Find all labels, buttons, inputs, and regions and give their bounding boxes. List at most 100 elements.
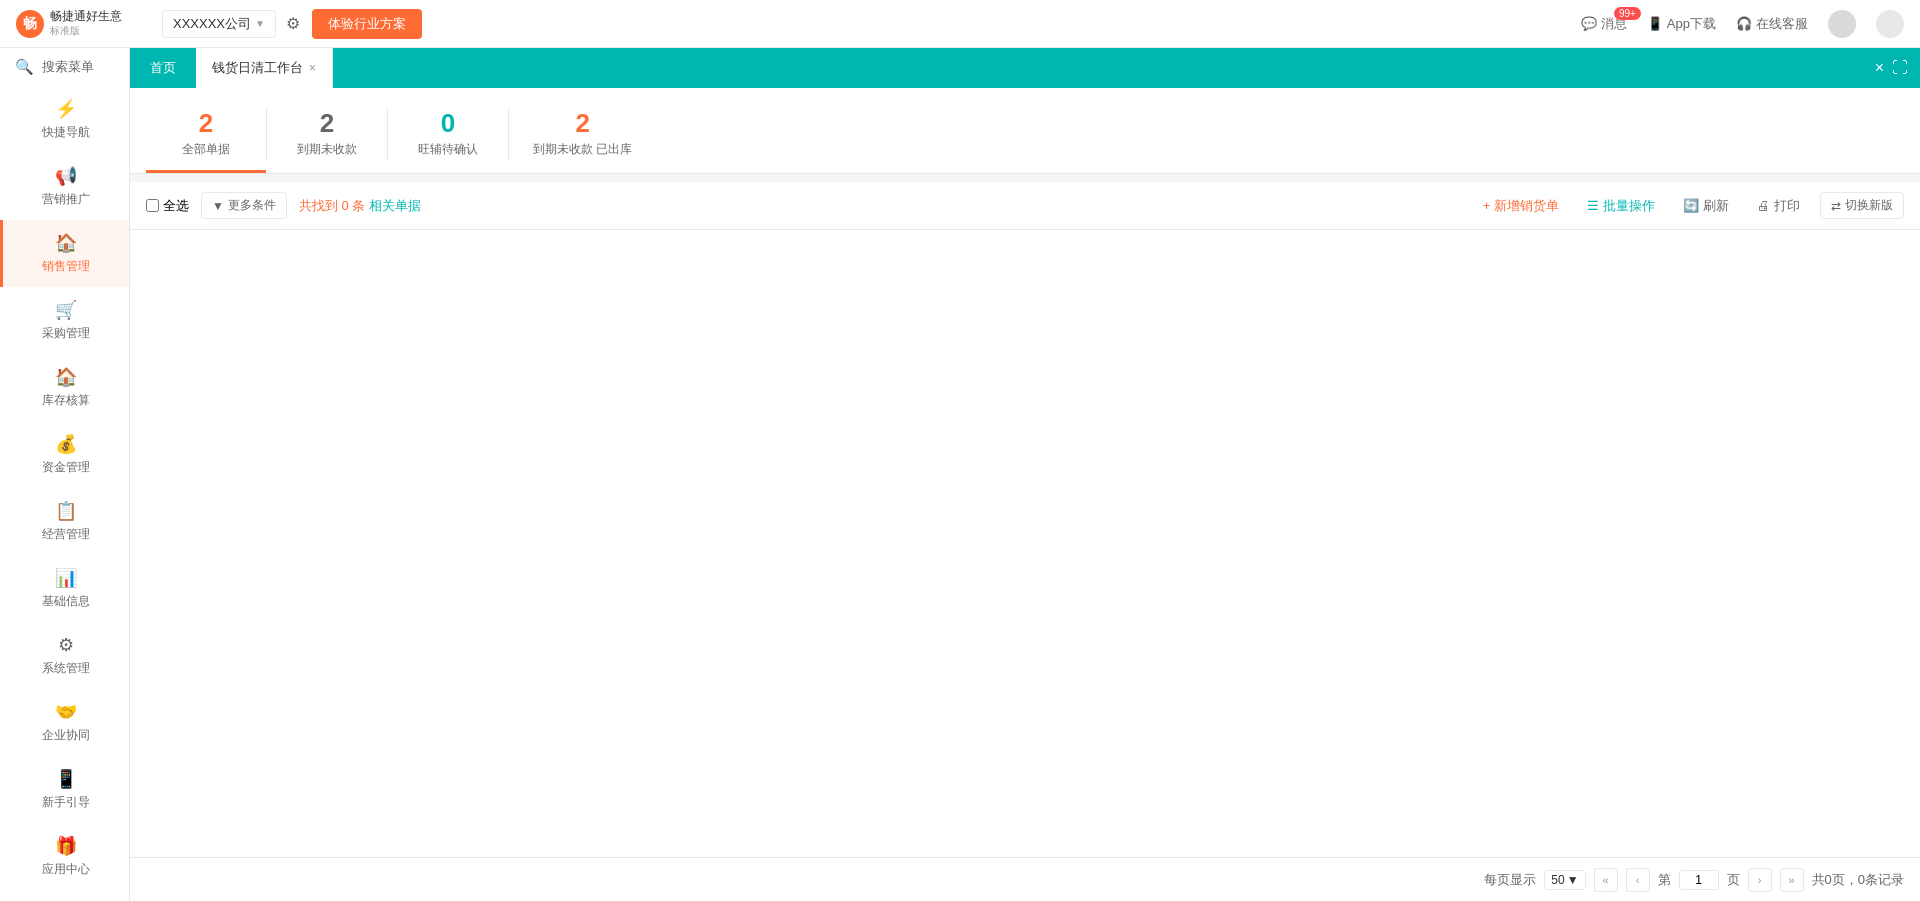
sidebar-item-sales[interactable]: 🏠 销售管理 [0,220,129,287]
tab-home[interactable]: 首页 [130,48,196,88]
logo-icon: 畅 [16,10,44,38]
avatar-placeholder[interactable] [1876,10,1904,38]
sidebar-item-guide[interactable]: 📱 新手引导 [0,756,129,823]
switch-version-btn[interactable]: ⇄ 切换新版 [1820,192,1904,219]
tab-maximize-btn[interactable]: ⛶ [1892,59,1908,77]
related-link[interactable]: 相关单据 [369,198,421,213]
sidebar-item-purchase[interactable]: 🛒 采购管理 [0,287,129,354]
add-order-btn[interactable]: + 新增销货单 [1475,193,1567,219]
sidebar-item-system[interactable]: ⚙ 系统管理 [0,622,129,689]
toolbar: 全选 ▼ 更多条件 共找到 0 条 相关单据 + 新增销货单 ☰ 批量操作 [130,182,1920,230]
last-page-btn[interactable]: » [1780,868,1804,892]
sidebar-item-basic-info[interactable]: 📊 基础信息 [0,555,129,622]
sidebar-item-label: 企业协同 [42,727,90,744]
page-unit: 页 [1727,871,1740,889]
company-selector[interactable]: XXXXXX公司 ▼ [162,10,276,38]
purchase-icon: 🛒 [55,299,77,321]
finance-icon: 💰 [55,433,77,455]
total-count: 共0页，0条记录 [1812,871,1904,889]
print-btn[interactable]: 🖨 打印 [1749,193,1808,219]
page-size-select[interactable]: 50 ▼ [1544,870,1585,890]
filter-icon: ▼ [212,199,224,213]
stat-number-overdue: 2 [320,108,334,139]
stat-number-unshipped: 2 [575,108,589,139]
header-right: 💬 消息 99+ 📱 App下载 🎧 在线客服 [1581,10,1904,38]
settings-icon[interactable]: ⚙ [286,14,300,33]
sidebar-item-wechat[interactable]: 💬 企业微信 [0,890,129,901]
switch-icon: ⇄ [1831,199,1841,213]
message-item[interactable]: 💬 消息 99+ [1581,15,1627,33]
tab-active[interactable]: 钱货日清工作台 × [196,48,333,88]
stat-tab-unshipped[interactable]: 2 到期未收款 已出库 [509,100,656,173]
tab-actions: × ⛶ [1875,59,1920,77]
sidebar-search-label: 搜索菜单 [42,58,94,76]
batch-icon: ☰ [1587,198,1599,213]
sidebar-item-label: 应用中心 [42,861,90,878]
main-layout: 🔍 搜索菜单 ⚡ 快捷导航 📢 营销推广 🏠 销售管理 🛒 采购管理 🏠 库存核… [0,48,1920,901]
main-content: 首页 钱货日清工作台 × × ⛶ 2 全部单据 2 到期未收款 [130,48,1920,901]
first-page-btn[interactable]: « [1594,868,1618,892]
next-page-btn[interactable]: › [1748,868,1772,892]
online-service-icon: 🎧 [1736,16,1752,31]
count-prefix: 共找到 [299,198,338,213]
sidebar-item-marketing[interactable]: 📢 营销推广 [0,153,129,220]
count-value: 0 [342,198,349,213]
stat-tab-all[interactable]: 2 全部单据 [146,100,266,173]
logo-sub: 标准版 [50,24,122,38]
content-area: 2 全部单据 2 到期未收款 0 旺辅待确认 2 到期未收款 已出库 [130,88,1920,901]
page-size-dropdown-icon: ▼ [1567,873,1579,887]
basic-info-icon: 📊 [55,567,77,589]
sidebar-item-label: 销售管理 [42,258,90,275]
system-icon: ⚙ [58,634,74,656]
prev-page-btn[interactable]: ‹ [1626,868,1650,892]
sidebar-item-finance[interactable]: 💰 资金管理 [0,421,129,488]
app-download-label: App下载 [1667,15,1716,33]
marketing-icon: 📢 [55,165,77,187]
select-all-input[interactable] [146,199,159,212]
stat-tab-wangwang[interactable]: 0 旺辅待确认 [388,100,508,173]
batch-btn[interactable]: ☰ 批量操作 [1579,193,1663,219]
count-unit: 条 [352,198,365,213]
filter-button[interactable]: ▼ 更多条件 [201,192,287,219]
app-download-icon: 📱 [1647,16,1663,31]
stat-label-unshipped: 到期未收款 已出库 [533,141,632,158]
message-icon: 💬 [1581,16,1597,31]
tab-bar: 首页 钱货日清工作台 × × ⛶ [130,48,1920,88]
sidebar-item-label: 新手引导 [42,794,90,811]
logo-area: 畅 畅捷通好生意 标准版 [16,9,146,39]
sidebar-search[interactable]: 🔍 搜索菜单 [0,48,129,86]
result-count: 共找到 0 条 相关单据 [299,197,421,215]
stat-label-overdue: 到期未收款 [297,141,357,158]
sidebar-item-label: 采购管理 [42,325,90,342]
sidebar-item-operations[interactable]: 📋 经营管理 [0,488,129,555]
sidebar-item-quick-nav[interactable]: ⚡ 快捷导航 [0,86,129,153]
stat-number-wangwang: 0 [441,108,455,139]
tab-label: 钱货日清工作台 [212,59,303,77]
online-service-item[interactable]: 🎧 在线客服 [1736,15,1808,33]
app-download-item[interactable]: 📱 App下载 [1647,15,1716,33]
page-input[interactable] [1679,870,1719,890]
sidebar-item-app-center[interactable]: 🎁 应用中心 [0,823,129,890]
quick-nav-icon: ⚡ [55,98,77,120]
sidebar-item-label: 营销推广 [42,191,90,208]
select-all-checkbox[interactable]: 全选 [146,197,189,215]
top-header: 畅 畅捷通好生意 标准版 XXXXXX公司 ▼ ⚙ 体验行业方案 💬 消息 99… [0,0,1920,48]
search-icon: 🔍 [15,58,34,76]
trial-button[interactable]: 体验行业方案 [312,9,422,39]
tab-close-icon[interactable]: × [309,61,316,75]
stat-tab-overdue[interactable]: 2 到期未收款 [267,100,387,173]
pagination: 每页显示 50 ▼ « ‹ 第 页 › » 共0页，0条记录 [130,857,1920,901]
page-size-value: 50 [1551,873,1564,887]
refresh-btn[interactable]: 🔄 刷新 [1675,193,1737,219]
operations-icon: 📋 [55,500,77,522]
guide-icon: 📱 [55,768,77,790]
stat-label-wangwang: 旺辅待确认 [418,141,478,158]
online-service-label: 在线客服 [1756,15,1808,33]
sidebar-item-cooperation[interactable]: 🤝 企业协同 [0,689,129,756]
message-badge: 99+ [1614,7,1641,20]
page-size-label: 每页显示 [1484,871,1536,889]
avatar[interactable] [1828,10,1856,38]
sidebar-item-inventory[interactable]: 🏠 库存核算 [0,354,129,421]
sidebar-item-label: 经营管理 [42,526,90,543]
tab-minimize-btn[interactable]: × [1875,59,1884,77]
